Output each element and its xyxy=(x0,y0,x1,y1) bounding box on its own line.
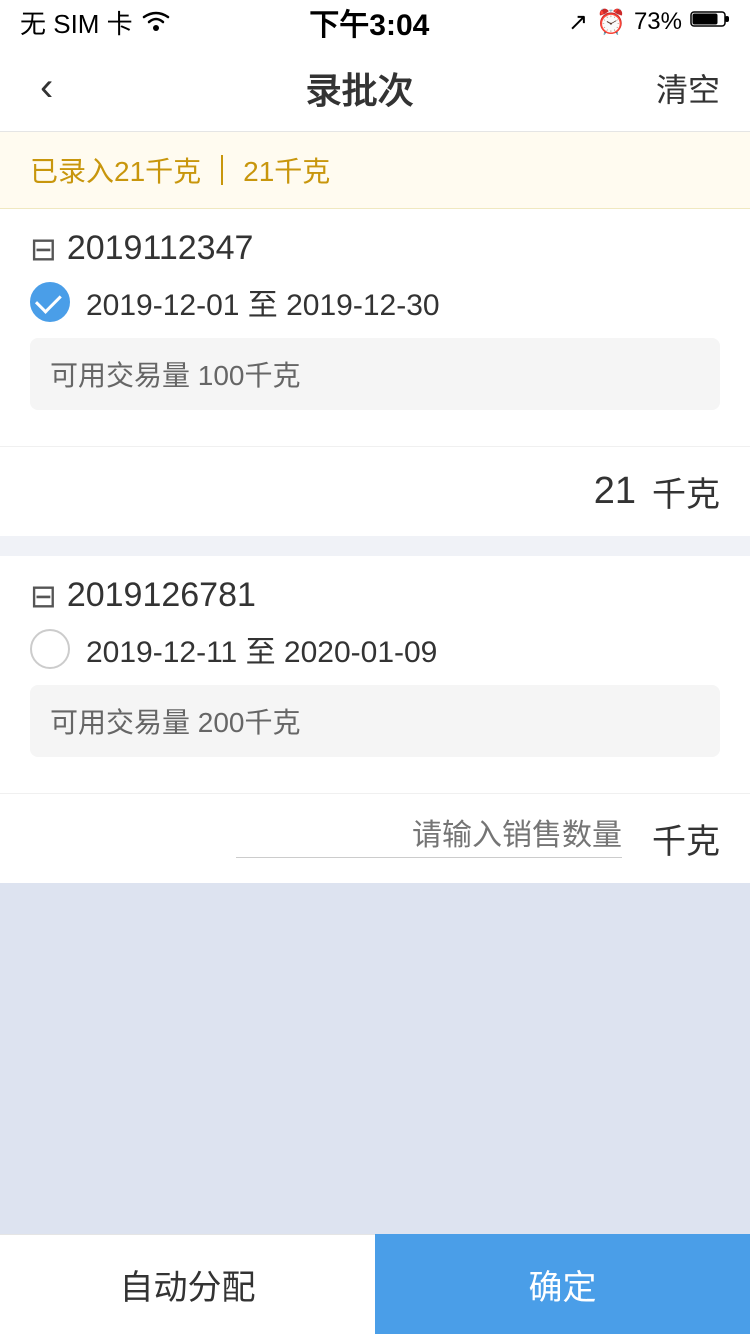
batch-date-text-2: 2019-12-11 至 2020-01-09 xyxy=(86,627,437,671)
radio-2[interactable] xyxy=(30,629,70,669)
batch-card-2: ⊟ 2019126781 2019-12-11 至 2020-01-09 可用交… xyxy=(0,556,750,883)
batch-available-1: 可用交易量 100千克 xyxy=(30,338,720,410)
location-icon: ↗ xyxy=(568,8,588,37)
batch-id-text-2: 2019126781 xyxy=(67,576,256,615)
batch-id-row-1: ⊟ 2019112347 xyxy=(30,229,720,268)
quantity-row-2: 千克 xyxy=(0,793,750,883)
batch-date-row-1[interactable]: 2019-12-01 至 2019-12-30 xyxy=(30,280,720,324)
quantity-unit-1: 千克 xyxy=(652,467,720,516)
back-button[interactable]: ‹ xyxy=(30,55,63,120)
page-title: 录批次 xyxy=(306,62,414,114)
radio-1[interactable] xyxy=(30,282,70,322)
batch-id-text-1: 2019112347 xyxy=(67,229,254,268)
summary-divider xyxy=(221,155,223,185)
quantity-unit-2: 千克 xyxy=(652,814,720,863)
status-time: 下午3:04 xyxy=(309,0,429,44)
nav-bar: ‹ 录批次 清空 xyxy=(0,44,750,132)
batch-date-row-2[interactable]: 2019-12-11 至 2020-01-09 xyxy=(30,627,720,671)
batch-card-1: ⊟ 2019112347 2019-12-01 至 2019-12-30 可用交… xyxy=(0,209,750,536)
card-divider xyxy=(0,536,750,556)
quantity-input-2[interactable] xyxy=(236,819,622,853)
summary-recorded-text: 已录入21千克 xyxy=(30,150,201,190)
summary-total-text: 21千克 xyxy=(243,150,330,190)
batch-available-2: 可用交易量 200千克 xyxy=(30,685,720,757)
status-left: 无 SIM 卡 xyxy=(20,4,171,41)
status-right: ↗ ⏰ 73% xyxy=(568,8,730,37)
batch-id-icon-1: ⊟ xyxy=(30,230,57,268)
clear-button[interactable]: 清空 xyxy=(656,65,720,111)
batch-date-text-1: 2019-12-01 至 2019-12-30 xyxy=(86,280,440,324)
confirm-button[interactable]: 确定 xyxy=(375,1234,750,1334)
status-bar: 无 SIM 卡 下午3:04 ↗ ⏰ 73% xyxy=(0,0,750,44)
battery-text: 73% xyxy=(634,8,682,36)
auto-distribute-button[interactable]: 自动分配 xyxy=(0,1234,375,1334)
quantity-value-1: 21 xyxy=(594,470,636,513)
battery-icon xyxy=(690,8,730,36)
quantity-row-1: 21 千克 xyxy=(0,446,750,536)
bottom-bar: 自动分配 确定 xyxy=(0,1234,750,1334)
quantity-input-wrapper-2[interactable] xyxy=(236,819,622,858)
alarm-icon: ⏰ xyxy=(596,8,626,37)
batch-id-row-2: ⊟ 2019126781 xyxy=(30,576,720,615)
batch-id-icon-2: ⊟ xyxy=(30,577,57,615)
summary-banner: 已录入21千克 21千克 xyxy=(0,132,750,209)
no-sim-text: 无 SIM 卡 xyxy=(20,4,133,41)
wifi-icon xyxy=(141,7,171,38)
